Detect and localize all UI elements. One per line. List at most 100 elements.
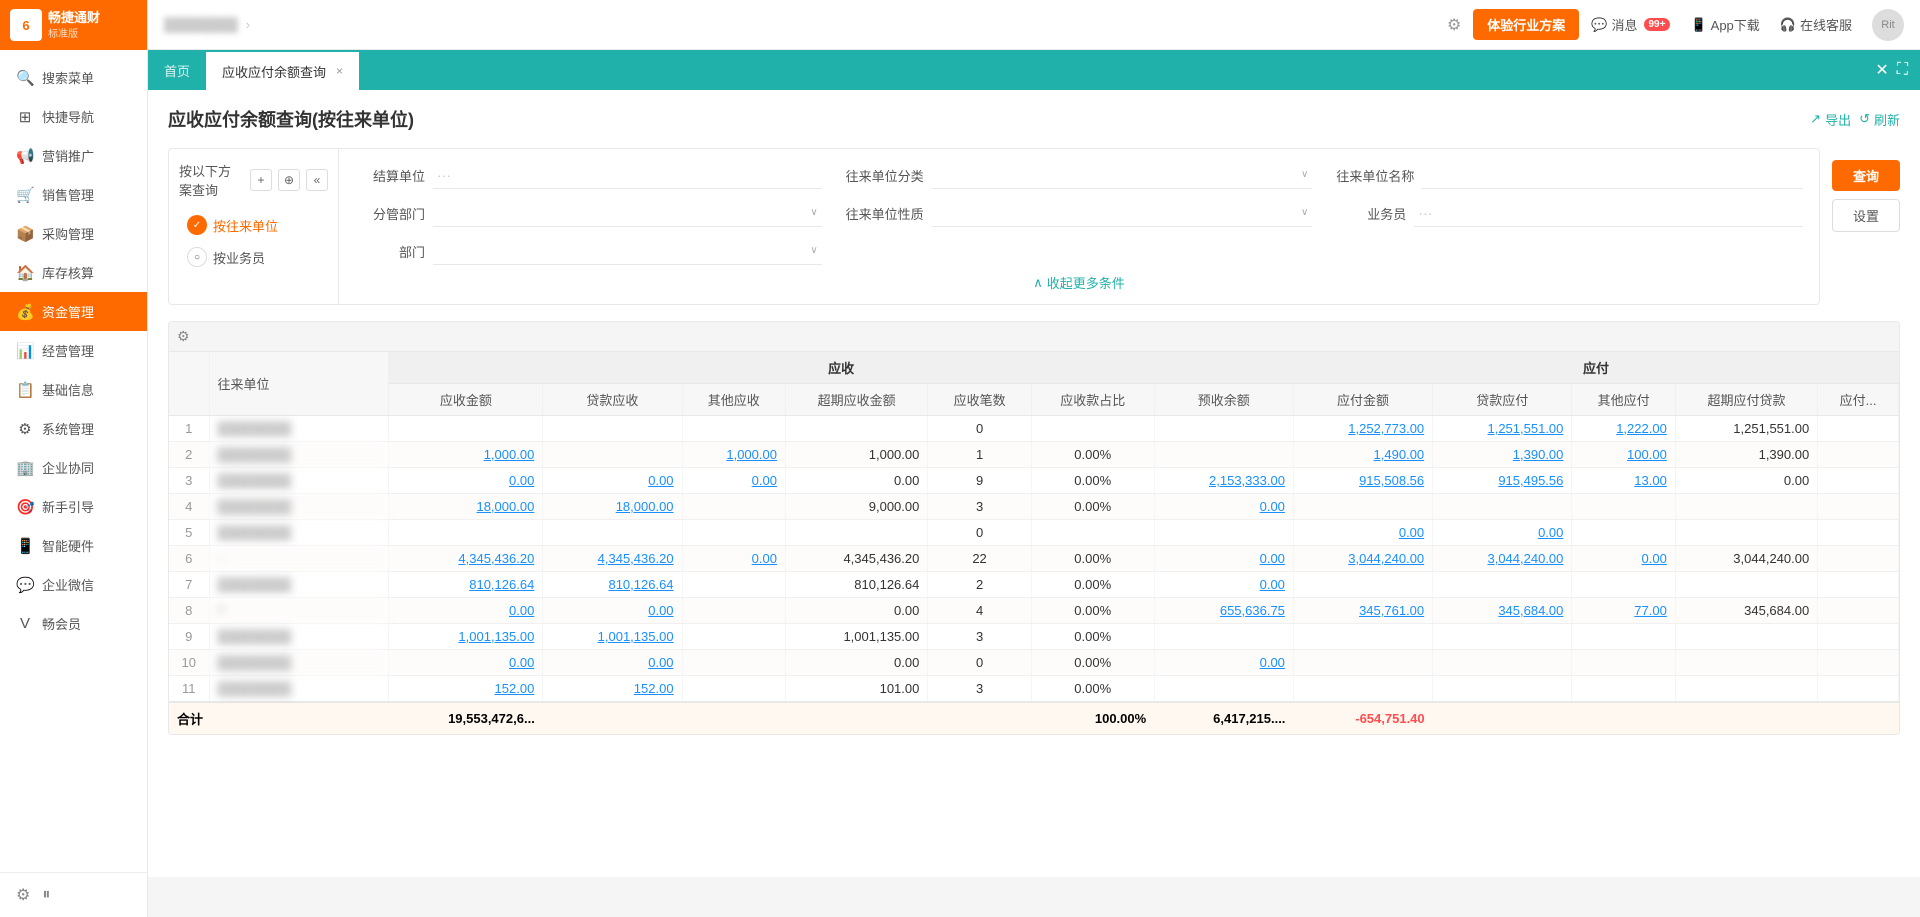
cell-ar-count: 4 [928, 598, 1031, 624]
cell-ap-overdue [1675, 624, 1817, 650]
edit-filter-btn[interactable]: ⊕ [278, 169, 300, 191]
footer-ap-other [1572, 702, 1675, 734]
sidebar-item-sales[interactable]: 🛒销售管理 [0, 175, 147, 214]
cell-ar-advance: 0.00 [1154, 650, 1293, 676]
cell-ap-other [1572, 650, 1675, 676]
add-filter-btn[interactable]: + [250, 169, 272, 191]
cell-ar-ratio: 0.00% [1031, 468, 1154, 494]
field-name-input[interactable] [1422, 161, 1803, 189]
table-scroll[interactable]: 往来单位 应收 应付 应收金额 贷款应收 其他应收 超期应收金额 应收笔数 应收… [169, 352, 1899, 734]
cell-ar-loan: 4,345,436.20 [543, 546, 682, 572]
header-actions: 💬 消息 99+ 📱 App下载 🎧 在线客服 Rit [1591, 9, 1904, 41]
cell-ar-advance: 655,636.75 [1154, 598, 1293, 624]
cell-ar-other [682, 572, 785, 598]
cell-ar-loan [543, 520, 682, 546]
collapse-icon[interactable]: ⏸ [42, 886, 50, 904]
cell-ap-more [1818, 494, 1899, 520]
cell-counterpart: ████████ [209, 650, 389, 676]
sidebar-item-purchase[interactable]: 📦采购管理 [0, 214, 147, 253]
tab-close-btn[interactable]: × [336, 64, 343, 78]
cell-ar-count: 22 [928, 546, 1031, 572]
settings-button[interactable]: 设置 [1832, 199, 1900, 232]
cell-ar-amount: 0.00 [389, 598, 543, 624]
field-name: 往来单位名称 [1336, 161, 1803, 189]
sidebar-item-hardware[interactable]: 📱智能硬件 [0, 526, 147, 565]
sidebar: 6 畅捷通财 标准版 🔍搜索菜单⊞快捷导航📢营销推广🛒销售管理📦采购管理🏠库存核… [0, 0, 148, 917]
cell-ar-loan: 0.00 [543, 650, 682, 676]
footer-ar-amount: 19,553,472,6... [389, 702, 543, 734]
tab-close-window[interactable]: ✕ [1875, 60, 1888, 80]
messages-action[interactable]: 💬 消息 99+ [1591, 15, 1670, 34]
sidebar-label-guide: 新手引导 [42, 497, 94, 516]
sidebar-item-marketing[interactable]: 📢营销推广 [0, 136, 147, 175]
sidebar-label-member: 畅会员 [42, 614, 81, 633]
content-area: 应收应付余额查询(按往来单位) ↗ 导出 ↺ 刷新 按 [148, 90, 1920, 917]
action-buttons: 查询 设置 [1820, 148, 1900, 305]
online-support-action[interactable]: 🎧 在线客服 [1780, 15, 1852, 34]
prev-filter-btn[interactable]: « [306, 169, 328, 191]
cell-ar-count: 0 [928, 520, 1031, 546]
user-avatar[interactable]: Rit [1872, 9, 1904, 41]
col-ap-other: 其他应付 [1572, 384, 1675, 416]
cell-ap-other: 1,222.00 [1572, 416, 1675, 442]
filter-option2[interactable]: ○ 按业务员 [179, 243, 328, 271]
cell-ar-overdue: 1,000.00 [785, 442, 927, 468]
cell-ar-other [682, 650, 785, 676]
field-dept-input[interactable]: ∨ [433, 237, 822, 265]
cell-ap-loan [1433, 572, 1572, 598]
settings-icon[interactable]: ⚙ [16, 885, 30, 905]
field-nature-input[interactable]: ∨ [932, 199, 1313, 227]
field-category-input[interactable]: ∨ [932, 161, 1313, 189]
refresh-button[interactable]: ↺ 刷新 [1859, 110, 1900, 129]
sidebar-item-wechat[interactable]: 💬企业微信 [0, 565, 147, 604]
field-settlement-input[interactable]: ··· [433, 161, 822, 189]
cell-ap-more [1818, 676, 1899, 703]
cell-ap-other [1572, 520, 1675, 546]
cell-ar-count: 2 [928, 572, 1031, 598]
field-salesman-input[interactable]: ··· [1414, 199, 1803, 227]
finance-icon: 💰 [16, 303, 34, 321]
field-category-label: 往来单位分类 [846, 166, 924, 185]
salesman-dots: ··· [1418, 205, 1432, 221]
cell-ar-ratio: 0.00% [1031, 546, 1154, 572]
cell-ar-overdue: 1,001,135.00 [785, 624, 927, 650]
cell-ar-amount: 0.00 [389, 650, 543, 676]
query-button[interactable]: 查询 [1832, 160, 1900, 191]
cell-counterpart: ~ [209, 546, 389, 572]
app-download-action[interactable]: 📱 App下载 [1690, 15, 1759, 34]
sidebar-item-corp[interactable]: 🏢企业协同 [0, 448, 147, 487]
cell-ar-overdue: 9,000.00 [785, 494, 927, 520]
cell-ap-amount [1293, 572, 1432, 598]
cell-ap-amount: 0.00 [1293, 520, 1432, 546]
cell-ar-count: 3 [928, 676, 1031, 703]
header-settings-icon[interactable]: ⚙ [1447, 15, 1461, 35]
table-row: 5 ████████ 0 0.00 0.00 [169, 520, 1899, 546]
footer-ar-other [682, 702, 785, 734]
sidebar-item-finance[interactable]: 💰资金管理 [0, 292, 147, 331]
sidebar-item-inventory[interactable]: 🏠库存核算 [0, 253, 147, 292]
tab-maximize[interactable]: ⛶ [1897, 61, 1908, 79]
tab-active[interactable]: 应收应付余额查询 × [206, 50, 359, 90]
logo-text: 畅捷通财 [48, 10, 100, 26]
sidebar-item-quicknav[interactable]: ⊞快捷导航 [0, 97, 147, 136]
promo-button[interactable]: 体验行业方案 [1473, 9, 1579, 40]
filter-option1[interactable]: ✓ 按往来单位 [179, 211, 328, 239]
sidebar-item-operations[interactable]: 📊经营管理 [0, 331, 147, 370]
logo-sub: 标准版 [48, 25, 100, 40]
sidebar-item-basic[interactable]: 📋基础信息 [0, 370, 147, 409]
export-button[interactable]: ↗ 导出 [1810, 110, 1851, 129]
cell-ap-more [1818, 520, 1899, 546]
collapse-button[interactable]: ∧ 收起更多条件 [1033, 273, 1125, 292]
table-settings-gear[interactable]: ⚙ [177, 328, 190, 345]
sidebar-item-search[interactable]: 🔍搜索菜单 [0, 58, 147, 97]
field-dept-manager-input[interactable]: ∨ [433, 199, 822, 227]
sidebar-item-system[interactable]: ⚙系统管理 [0, 409, 147, 448]
cell-ar-ratio: 0.00% [1031, 650, 1154, 676]
sidebar-item-member[interactable]: V畅会员 [0, 604, 147, 643]
tab-home[interactable]: 首页 [148, 50, 206, 90]
option1-label: 按往来单位 [213, 216, 278, 235]
table-row: 4 ████████ 18,000.00 18,000.00 9,000.00 … [169, 494, 1899, 520]
sidebar-item-guide[interactable]: 🎯新手引导 [0, 487, 147, 526]
cell-ar-advance [1154, 520, 1293, 546]
phone-icon: 📱 [1690, 17, 1706, 33]
